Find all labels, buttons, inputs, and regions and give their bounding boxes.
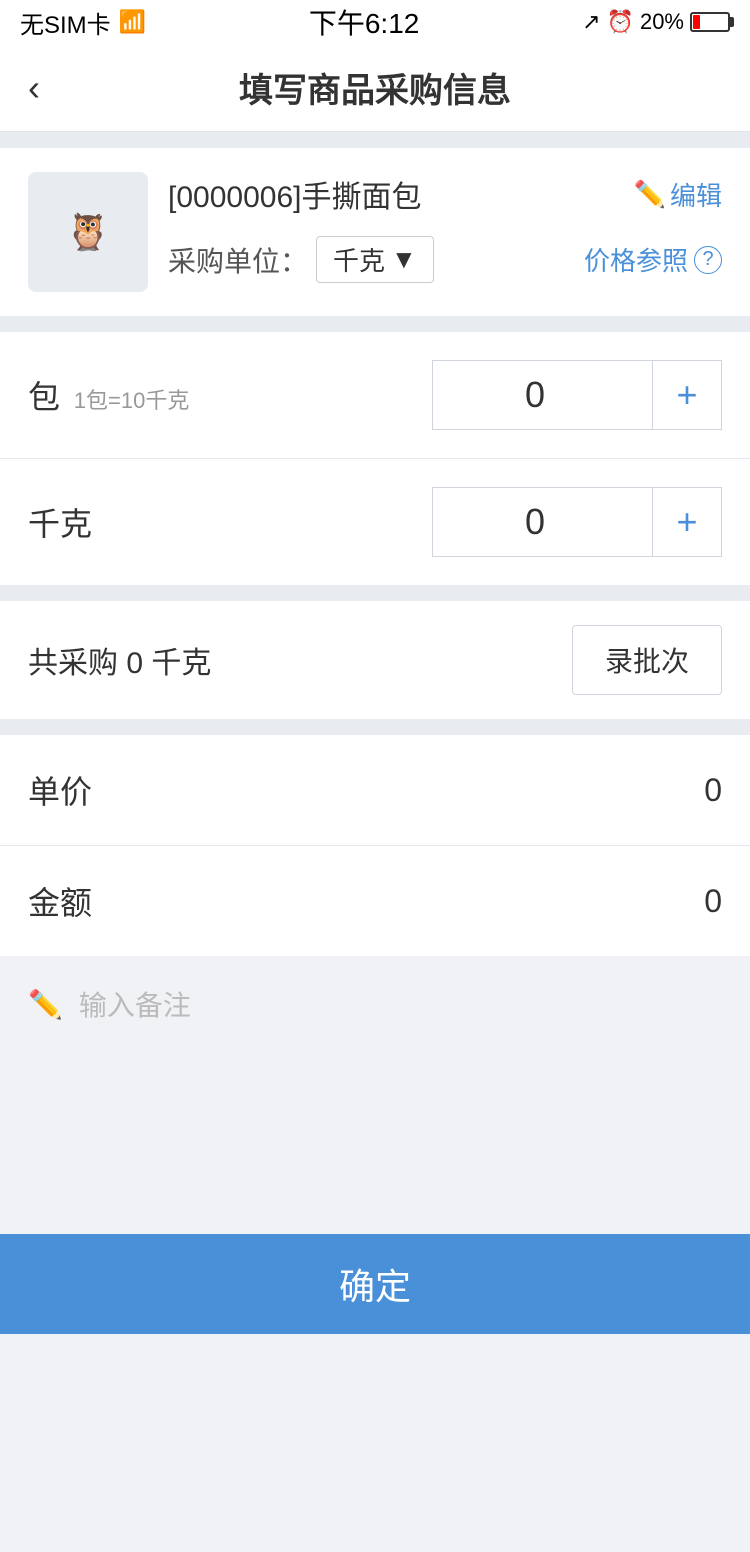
carrier-text: 无SIM卡 xyxy=(20,5,111,40)
product-unit-row: 采购单位： 千克 ▼ 价格参照 ? xyxy=(168,236,722,283)
unit-value: 千克 xyxy=(333,241,385,278)
top-divider xyxy=(0,132,750,148)
product-info: [0000006]手撕面包 ✏️ 编辑 采购单位： 千克 ▼ 价格参照 ? xyxy=(168,172,722,283)
price-reference-button[interactable]: 价格参照 ? xyxy=(584,241,722,278)
page-title: 填写商品采购信息 xyxy=(239,63,511,112)
kg-label: 千克 xyxy=(28,499,92,545)
nav-bar: ‹ 填写商品采购信息 xyxy=(0,44,750,132)
alarm-icon: ⏰ xyxy=(607,9,634,35)
note-section[interactable]: ✏️ 输入备注 xyxy=(0,956,750,1052)
edit-label: 编辑 xyxy=(670,176,722,213)
summary-text: 共采购 0 千克 xyxy=(28,638,211,682)
mid-divider-1 xyxy=(0,316,750,332)
amount-value: 0 xyxy=(704,883,722,920)
batch-record-button[interactable]: 录批次 xyxy=(572,625,722,695)
status-bar: 无SIM卡 📶 下午6:12 ↗ ⏰ 20% xyxy=(0,0,750,44)
location-icon: ↗ xyxy=(582,9,600,35)
mid-divider-2 xyxy=(0,585,750,601)
battery-percent: 20% xyxy=(640,9,684,35)
amount-label: 金额 xyxy=(28,878,92,924)
bag-plus-button[interactable]: + xyxy=(652,360,722,430)
product-card: 🦉 [0000006]手撕面包 ✏️ 编辑 采购单位： 千克 ▼ xyxy=(0,148,750,316)
kg-input-control: + xyxy=(432,487,722,557)
unit-select[interactable]: 千克 ▼ xyxy=(316,236,434,283)
unit-label: 采购单位： 千克 ▼ xyxy=(168,236,434,283)
kg-input-row: 千克 + xyxy=(0,459,750,585)
status-right: ↗ ⏰ 20% xyxy=(582,9,730,35)
unit-price-row: 单价 0 xyxy=(0,735,750,846)
note-placeholder: 输入备注 xyxy=(79,984,191,1024)
price-ref-label: 价格参照 xyxy=(584,241,688,278)
kg-plus-button[interactable]: + xyxy=(652,487,722,557)
unit-price-label: 单价 xyxy=(28,767,92,813)
edit-icon: ✏️ xyxy=(634,179,666,210)
summary-row: 共采购 0 千克 录批次 xyxy=(0,601,750,719)
back-button[interactable]: ‹ xyxy=(28,67,40,109)
dropdown-arrow-icon: ▼ xyxy=(391,244,417,275)
unit-label-text: 采购单位： xyxy=(168,240,308,280)
bag-input-row: 包 1包=10千克 + xyxy=(0,332,750,459)
edit-button[interactable]: ✏️ 编辑 xyxy=(634,176,722,213)
unit-price-value: 0 xyxy=(704,772,722,809)
product-logo: 🦉 xyxy=(66,211,111,253)
battery-icon xyxy=(690,12,730,32)
bag-input-control: + xyxy=(432,360,722,430)
product-image: 🦉 xyxy=(28,172,148,292)
confirm-button[interactable]: 确定 xyxy=(0,1234,750,1334)
wifi-icon: 📶 xyxy=(119,9,146,35)
amount-row: 金额 0 xyxy=(0,846,750,956)
price-section: 单价 0 金额 0 xyxy=(0,735,750,956)
mid-divider-3 xyxy=(0,719,750,735)
note-icon: ✏️ xyxy=(28,988,63,1021)
product-name: [0000006]手撕面包 xyxy=(168,172,421,216)
status-left: 无SIM卡 📶 xyxy=(20,5,146,40)
price-ref-help-icon: ? xyxy=(694,246,722,274)
bag-label: 包 xyxy=(28,379,60,415)
status-time: 下午6:12 xyxy=(309,2,420,42)
bag-sub-label: 1包=10千克 xyxy=(74,388,190,413)
product-name-row: [0000006]手撕面包 ✏️ 编辑 xyxy=(168,172,722,216)
confirm-label: 确定 xyxy=(339,1258,411,1310)
bag-label-group: 包 1包=10千克 xyxy=(28,372,189,418)
input-section: 包 1包=10千克 + 千克 + xyxy=(0,332,750,585)
bag-quantity-input[interactable] xyxy=(432,360,652,430)
kg-quantity-input[interactable] xyxy=(432,487,652,557)
